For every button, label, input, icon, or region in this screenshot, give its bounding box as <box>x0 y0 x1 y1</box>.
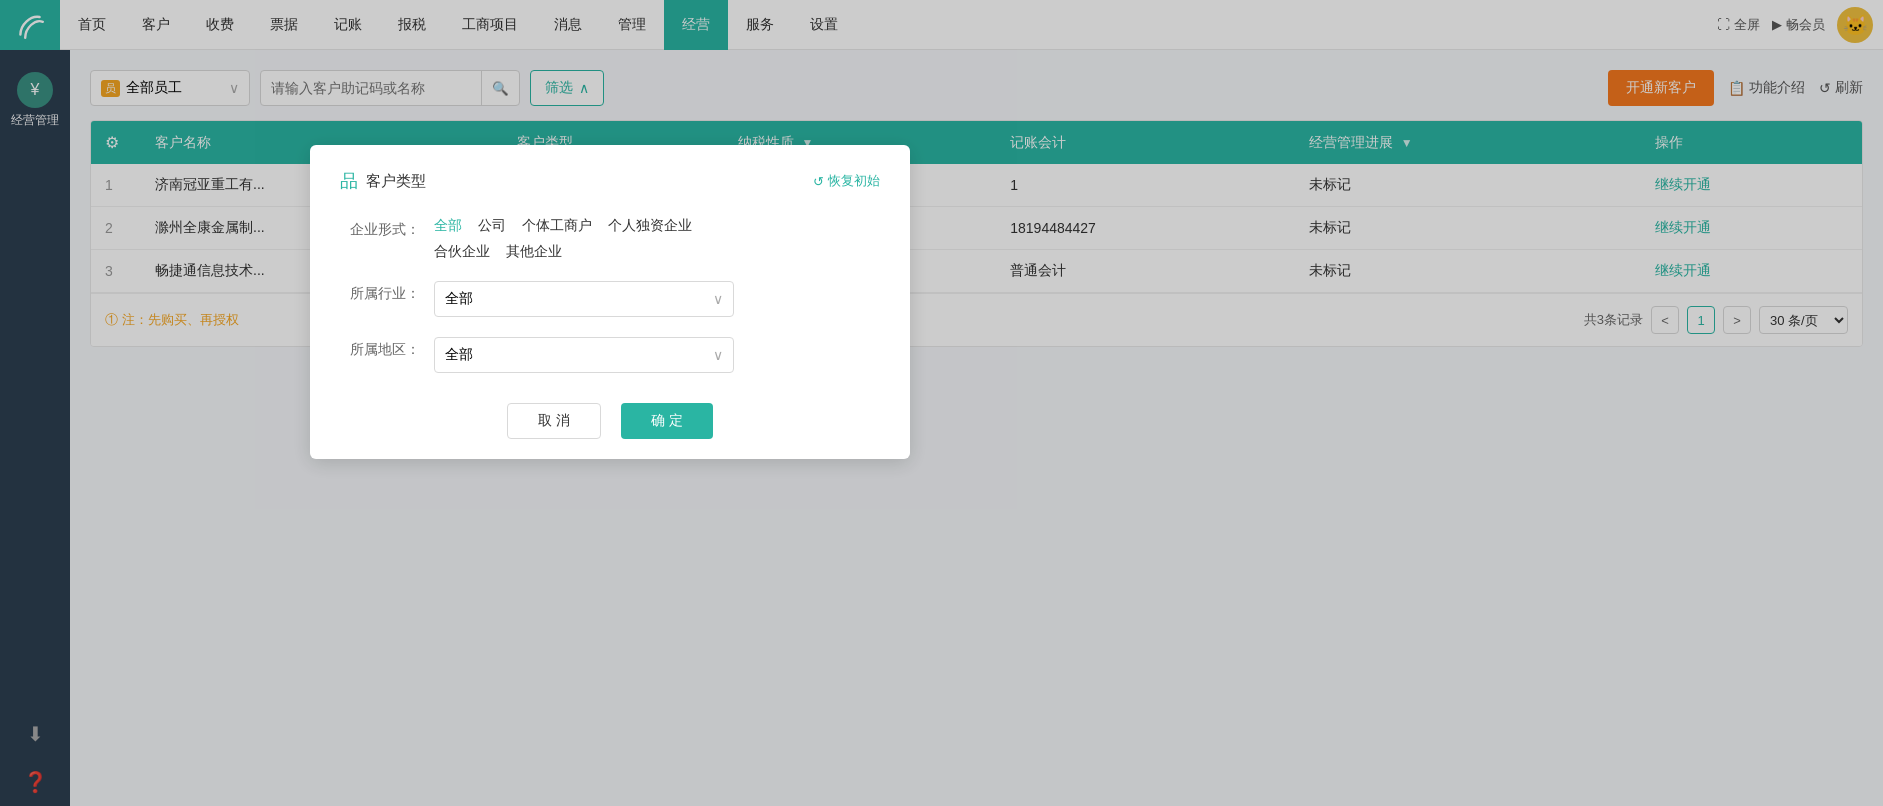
region-form-row: 所属地区： 全部 ∨ <box>340 337 880 373</box>
industry-form-row: 所属行业： 全部 ∨ <box>340 281 880 317</box>
cancel-button[interactable]: 取 消 <box>507 403 601 439</box>
industry-label: 所属行业： <box>340 281 420 303</box>
enterprise-radio-group-2: 合伙企业 其他企业 <box>434 243 880 261</box>
filter-modal: 品 客户类型 ↺ 恢复初始 企业形式： 全部 公司 个 <box>310 145 910 459</box>
reset-icon: ↺ <box>813 174 824 189</box>
enterprise-radio-group: 全部 公司 个体工商户 个人独资企业 <box>434 217 880 235</box>
modal-overlay[interactable]: 品 客户类型 ↺ 恢复初始 企业形式： 全部 公司 个 <box>70 50 1883 806</box>
modal-title-icon: 品 <box>340 169 358 193</box>
enterprise-type-partnership[interactable]: 合伙企业 <box>434 243 490 261</box>
modal-title: 品 客户类型 <box>340 169 426 193</box>
modal-header: 品 客户类型 ↺ 恢复初始 <box>340 169 880 193</box>
enterprise-form-row: 企业形式： 全部 公司 个体工商户 个人独资企业 合伙企业 其他企业 <box>340 217 880 261</box>
enterprise-type-company[interactable]: 公司 <box>478 217 506 235</box>
main-content: 员 全部员工 ∨ 🔍 筛选 ∧ 开通新客户 📋 功能介绍 ↺ 刷 <box>70 50 1883 806</box>
industry-select-wrapper: 全部 ∨ <box>434 281 880 317</box>
enterprise-type-sole[interactable]: 个人独资企业 <box>608 217 692 235</box>
confirm-button[interactable]: 确 定 <box>621 403 713 439</box>
region-select-wrapper: 全部 ∨ <box>434 337 880 373</box>
region-chevron-icon: ∨ <box>713 347 723 363</box>
enterprise-type-all[interactable]: 全部 <box>434 217 462 235</box>
layout: ¥ 经营管理 ⬇ ❓ 员 全部员工 ∨ 🔍 筛选 ∧ <box>0 50 1883 806</box>
region-label: 所属地区： <box>340 337 420 359</box>
enterprise-types: 全部 公司 个体工商户 个人独资企业 合伙企业 其他企业 <box>434 217 880 261</box>
enterprise-type-other[interactable]: 其他企业 <box>506 243 562 261</box>
industry-chevron-icon: ∨ <box>713 291 723 307</box>
modal-reset-button[interactable]: ↺ 恢复初始 <box>813 172 880 190</box>
enterprise-form-label: 企业形式： <box>340 217 420 239</box>
industry-select[interactable]: 全部 ∨ <box>434 281 734 317</box>
modal-footer: 取 消 确 定 <box>340 403 880 439</box>
region-select[interactable]: 全部 ∨ <box>434 337 734 373</box>
enterprise-type-individual[interactable]: 个体工商户 <box>522 217 592 235</box>
